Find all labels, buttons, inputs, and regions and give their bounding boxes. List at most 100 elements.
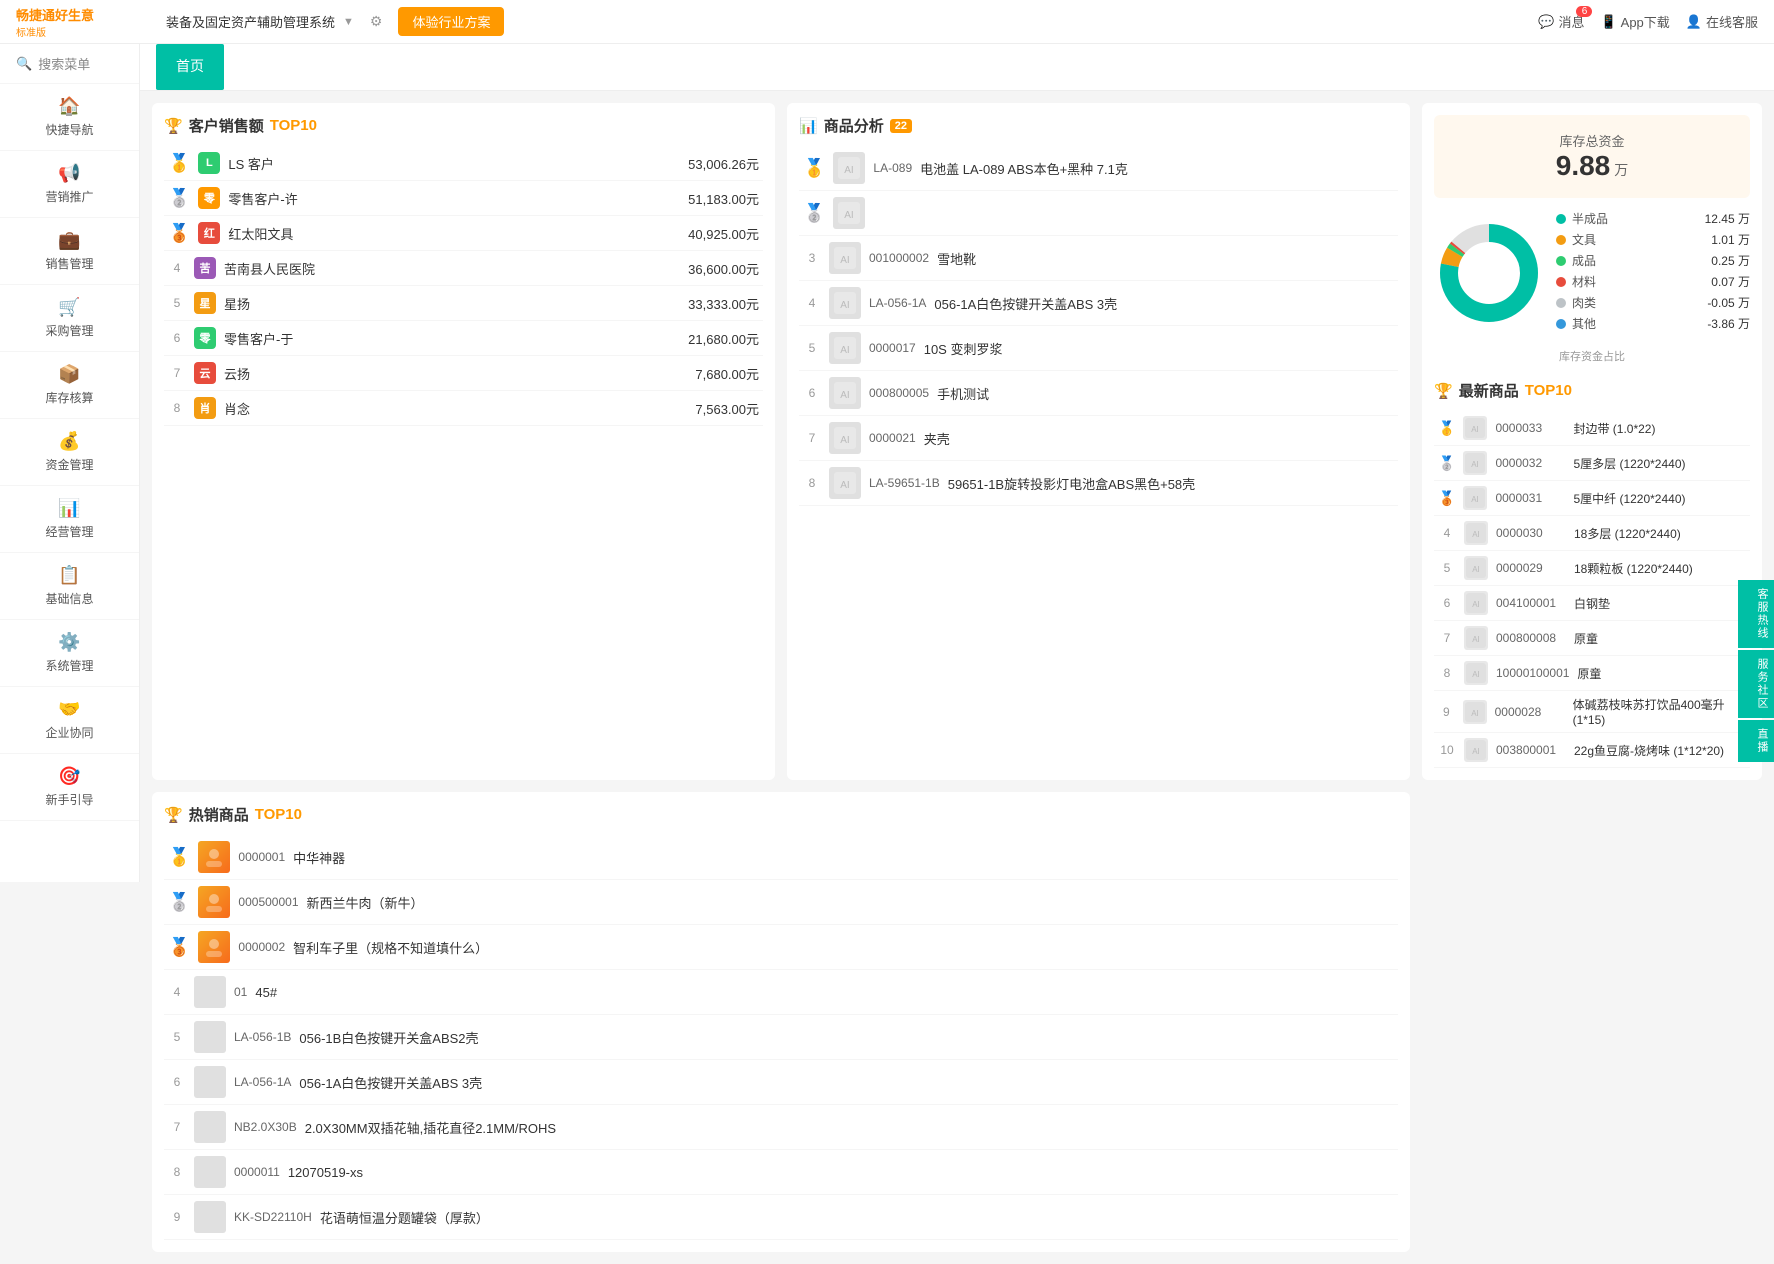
- sidebar-item-marketing[interactable]: 📢 营销推广: [0, 151, 139, 218]
- message-button[interactable]: 💬 消息 6: [1538, 12, 1584, 31]
- customer-rank-row: 🥉 红 红太阳文具 40,925.00元: [164, 216, 763, 251]
- analytics-badge: 22: [890, 119, 912, 133]
- product-rank-row: 🥇 AI LA-089 电池盖 LA-089 ABS本色+黑种 7.1克: [799, 146, 1398, 191]
- trial-button[interactable]: 体验行业方案: [398, 7, 504, 36]
- marketing-icon: 📢: [58, 163, 80, 184]
- new-product-row: 5 AI 0000029 18颗粒板 (1220*2440): [1434, 551, 1750, 586]
- svg-text:AI: AI: [840, 345, 849, 356]
- sidebar-label-quick-nav: 快捷导航: [45, 121, 93, 138]
- hot-product-name: 中华神器: [293, 848, 345, 867]
- hot-product-thumb: [194, 1111, 226, 1143]
- customer-rank-row: 6 零 零售客户-于 21,680.00元: [164, 321, 763, 356]
- hot-product-row: 4 01 45#: [164, 970, 1398, 1015]
- app-download-button[interactable]: 📱 App下载: [1600, 12, 1669, 31]
- rank-number: 6: [803, 386, 821, 400]
- logo-title: 畅捷通好生意: [16, 5, 94, 24]
- legend-label: 材料: [1572, 273, 1705, 290]
- hot-products-list: 🥇 0000001 中华神器 🥈 000500001 新西兰牛肉（新牛） 🥉 0…: [164, 835, 1398, 1240]
- sidebar-item-system[interactable]: ⚙️ 系统管理: [0, 620, 139, 687]
- legend-label: 文具: [1572, 231, 1705, 248]
- basic-info-icon: 📋: [58, 565, 80, 586]
- sidebar-item-quick-nav[interactable]: 🏠 快捷导航: [0, 84, 139, 151]
- product-rank-row: 6 AI 000800005 手机测试: [799, 371, 1398, 416]
- svg-text:AI: AI: [1472, 635, 1480, 644]
- customer-rank-row: 8 肖 肖念 7,563.00元: [164, 391, 763, 426]
- hot-product-code: LA-056-1A: [234, 1075, 291, 1089]
- hot-product-code: KK-SD22110H: [234, 1210, 312, 1224]
- legend-value: 0.25 万: [1711, 252, 1750, 269]
- sidebar-item-basic-info[interactable]: 📋 基础信息: [0, 553, 139, 620]
- gear-icon[interactable]: ⚙: [370, 13, 383, 30]
- hot-product-thumb: [198, 841, 230, 873]
- new-product-row: 10 AI 003800001 22g鱼豆腐-烧烤味 (1*12*20): [1434, 733, 1750, 768]
- sidebar-item-cooperation[interactable]: 🤝 企业协同: [0, 687, 139, 754]
- customer-badge: 云: [194, 362, 216, 384]
- sidebar-item-inventory[interactable]: 📦 库存核算: [0, 352, 139, 419]
- svg-text:AI: AI: [1472, 530, 1480, 539]
- new-product-thumb: AI: [1464, 556, 1488, 580]
- main-layout: 🔍 搜索菜单 🏠 快捷导航 📢 营销推广 💼 销售管理 🛒 采购管理 📦 库存核…: [0, 44, 1774, 1264]
- purchase-icon: 🛒: [58, 297, 80, 318]
- legend-label: 其他: [1572, 315, 1701, 332]
- svg-text:AI: AI: [840, 390, 849, 401]
- customer-badge: 零: [194, 327, 216, 349]
- product-thumb: AI: [829, 422, 861, 454]
- new-product-thumb: AI: [1463, 700, 1487, 724]
- hot-product-code: 0000002: [238, 940, 285, 954]
- sidebar-item-guide[interactable]: 🎯 新手引导: [0, 754, 139, 821]
- hot-product-code: 0000001: [238, 850, 285, 864]
- top-bar: 畅捷通好生意 标准版 装备及固定资产辅助管理系统 ▼ ⚙ 体验行业方案 💬 消息…: [0, 0, 1774, 44]
- message-icon: 💬: [1538, 14, 1554, 30]
- hot-product-thumb: [198, 931, 230, 963]
- rank-number: 8: [168, 401, 186, 415]
- customer-badge: 星: [194, 292, 216, 314]
- sidebar-item-purchase[interactable]: 🛒 采购管理: [0, 285, 139, 352]
- tab-home[interactable]: 首页: [156, 44, 224, 90]
- new-product-code: 004100001: [1496, 596, 1566, 610]
- online-service-button[interactable]: 👤 在线客服: [1686, 12, 1758, 31]
- live-chat-btn[interactable]: 直播: [1738, 720, 1774, 762]
- hot-product-row: 🥉 0000002 智利车子里（规格不知道填什么）: [164, 925, 1398, 970]
- legend-value: -0.05 万: [1707, 294, 1750, 311]
- hot-product-code: 000500001: [238, 895, 298, 909]
- rank-number: 5: [168, 1030, 186, 1044]
- service-community-btn[interactable]: 服务社区: [1738, 650, 1774, 718]
- customer-name: 零售客户-于: [224, 329, 680, 348]
- top10-label-customers: TOP10: [270, 117, 317, 134]
- system-name: 装备及固定资产辅助管理系统: [166, 12, 335, 31]
- svg-text:AI: AI: [1471, 709, 1479, 718]
- customer-name: 红太阳文具: [228, 224, 680, 243]
- top-customers-title: 🏆 客户销售额 TOP10: [164, 115, 763, 136]
- rank-number: 5: [1438, 561, 1456, 575]
- sidebar-label-inventory: 库存核算: [45, 389, 93, 406]
- hot-product-thumb: [194, 1021, 226, 1053]
- sidebar-item-sales[interactable]: 💼 销售管理: [0, 218, 139, 285]
- chart-icon: 📊: [799, 117, 818, 135]
- medal-icon: 🥈: [803, 203, 825, 224]
- sidebar-item-operations[interactable]: 📊 经营管理: [0, 486, 139, 553]
- medal-icon: 🥉: [1438, 490, 1455, 507]
- sidebar-item-search[interactable]: 🔍 搜索菜单: [0, 44, 139, 84]
- legend-item: 其他 -3.86 万: [1556, 315, 1750, 332]
- customer-rank-list: 🥇 L LS 客户 53,006.26元 🥈 零 零售客户-许 51,183.0…: [164, 146, 763, 426]
- customer-rank-row: 5 星 星扬 33,333.00元: [164, 286, 763, 321]
- legend-item: 半成品 12.45 万: [1556, 210, 1750, 227]
- product-rank-row: 🥈 AI: [799, 191, 1398, 236]
- customer-service-btn[interactable]: 客服热线: [1738, 580, 1774, 648]
- new-products-icon: 🏆: [1434, 382, 1453, 400]
- legend-label: 半成品: [1572, 210, 1699, 227]
- rank-number: 6: [1438, 596, 1456, 610]
- legend-dot: [1556, 319, 1566, 329]
- product-code: LA-056-1A: [869, 296, 926, 310]
- customer-amount: 36,600.00元: [688, 259, 759, 278]
- sidebar-item-finance[interactable]: 💰 资金管理: [0, 419, 139, 486]
- rank-number: 4: [1438, 526, 1456, 540]
- rank-number: 8: [168, 1165, 186, 1179]
- new-product-name: 5厘中纤 (1220*2440): [1573, 490, 1685, 507]
- dashboard: 🏆 客户销售额 TOP10 🥇 L LS 客户 53,006.26元 🥈 零 零…: [140, 91, 1774, 792]
- guide-icon: 🎯: [58, 766, 80, 787]
- product-code: LA-59651-1B: [869, 476, 940, 490]
- rank-number: 3: [803, 251, 821, 265]
- dropdown-icon[interactable]: ▼: [343, 16, 354, 28]
- new-product-code: 0000029: [1496, 561, 1566, 575]
